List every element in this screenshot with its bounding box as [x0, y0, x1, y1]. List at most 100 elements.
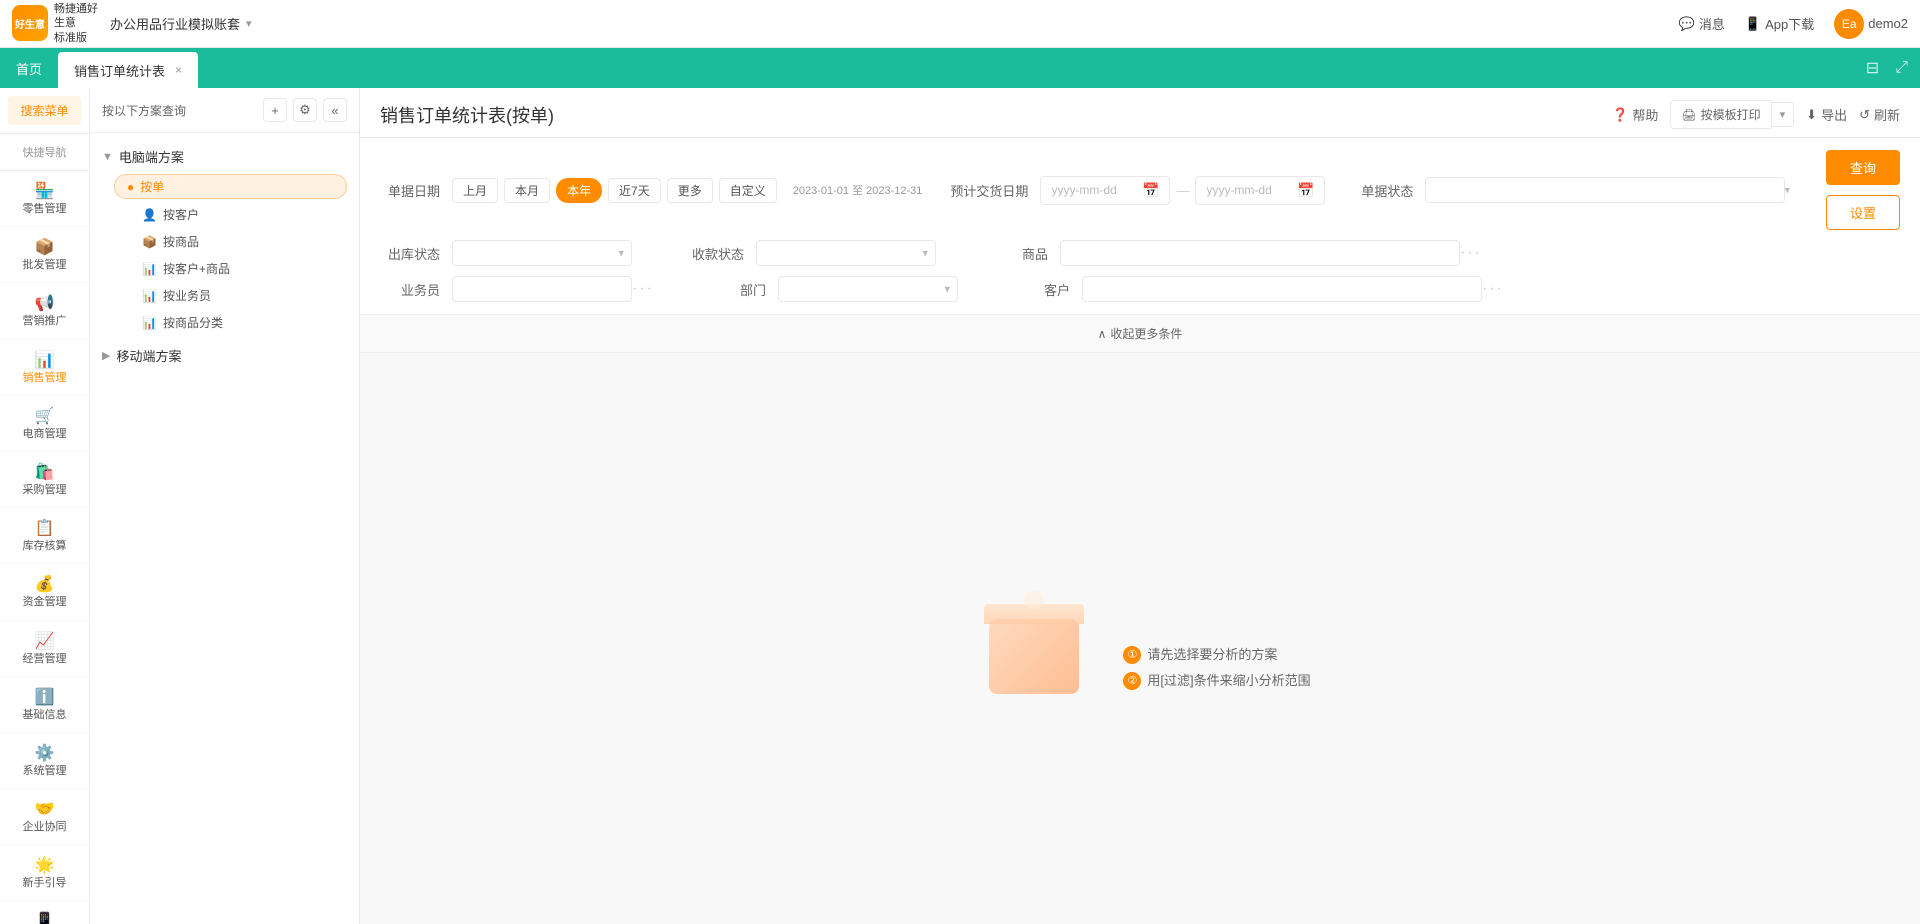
collapse-panel-btn[interactable]: « — [323, 98, 347, 122]
tab-fullscreen-btn[interactable]: ⤢ — [1891, 55, 1912, 81]
salesman-input[interactable] — [452, 276, 632, 302]
print-icon: 🖨 — [1681, 108, 1696, 122]
empty-hints: ① 请先选择要分析的方案 ② 用[过滤]条件来缩小分析范围 — [1123, 642, 1310, 694]
sidebar-item-purchase[interactable]: 🛍️ 采购管理 — [0, 452, 89, 508]
newbie-icon: 🌟 — [6, 855, 83, 875]
message-btn[interactable]: 💬 消息 — [1679, 14, 1725, 33]
sidebar-item-marketing[interactable]: 📢 营销推广 — [0, 283, 89, 339]
avatar-text: Ea — [1842, 17, 1857, 31]
sidebar-item-ecommerce[interactable]: 🛒 电商管理 — [0, 396, 89, 452]
payment-status-select-wrapper — [756, 240, 936, 266]
sidebar-item-operations[interactable]: 📈 经营管理 — [0, 621, 89, 677]
customer-dots-btn[interactable]: ··· — [1482, 280, 1504, 298]
tab-minimize-btn[interactable]: ⊟ — [1862, 54, 1883, 82]
quick-nav-area: 快捷导航 — [0, 134, 89, 171]
salesman-input-area: ··· — [452, 276, 654, 302]
date-btn-last-month[interactable]: 上月 — [452, 178, 498, 203]
salesman-label: 业务员 — [380, 280, 440, 299]
sidebar-item-purchase-label: 采购管理 — [6, 484, 83, 497]
dept-select[interactable] — [778, 276, 958, 302]
app-title-arrow-icon[interactable]: ▾ — [246, 17, 252, 30]
date-quick-buttons: 上月 本月 本年 近7天 更多 自定义 — [452, 178, 777, 203]
sidebar-item-basic[interactable]: ℹ️ 基础信息 — [0, 677, 89, 733]
by-product-icon: 📦 — [142, 235, 157, 249]
hint-text-1: 请先选择要分析的方案 — [1147, 642, 1277, 668]
box-body — [989, 619, 1079, 694]
sidebar-item-appcenter[interactable]: 📱 应用中心 — [0, 901, 89, 924]
sidebar-item-enterprise[interactable]: 🤝 企业协同 — [0, 789, 89, 845]
tree-child-by-cust-prod[interactable]: 📊 按客户+商品 — [114, 255, 347, 282]
by-cust-prod-label: 按客户+商品 — [163, 260, 230, 277]
collapse-icon: ∧ — [1098, 327, 1107, 341]
logo-text-line2: 标准版 — [54, 31, 102, 45]
enterprise-icon: 🤝 — [6, 799, 83, 819]
refresh-btn[interactable]: ↺ 刷新 — [1859, 105, 1900, 124]
by-product-label: 按商品 — [163, 233, 199, 250]
template-print-arrow[interactable]: ▾ — [1771, 102, 1795, 127]
tree-parent-pc[interactable]: ▼ 电脑端方案 — [102, 141, 347, 172]
date-btn-this-month[interactable]: 本月 — [504, 178, 550, 203]
scheme-settings-btn[interactable]: ⚙ — [293, 98, 317, 122]
product-dots-btn[interactable]: ··· — [1460, 244, 1482, 262]
user-name: demo2 — [1868, 16, 1908, 31]
app-download-btn[interactable]: 📱 App下载 — [1745, 14, 1814, 33]
payment-status-select[interactable] — [756, 240, 936, 266]
expected-delivery-start-placeholder: yyyy-mm-dd — [1051, 183, 1116, 197]
query-btn[interactable]: 查询 — [1826, 150, 1900, 185]
doc-status-select[interactable] — [1425, 177, 1785, 203]
by-salesman-label: 按业务员 — [163, 287, 211, 304]
tree-child-by-product[interactable]: 📦 按商品 — [114, 228, 347, 255]
date-btn-custom[interactable]: 自定义 — [719, 178, 777, 203]
hint-num-2: ② — [1123, 672, 1141, 690]
tab-home[interactable]: 首页 — [0, 48, 58, 88]
date-range-text: 2023-01-01 至 2023-12-31 — [793, 182, 923, 198]
ship-status-select[interactable] — [452, 240, 632, 266]
empty-illustration — [969, 584, 1099, 694]
product-input[interactable] — [1060, 240, 1460, 266]
tree-child-by-category[interactable]: 📊 按商品分类 — [114, 309, 347, 336]
date-btn-more[interactable]: 更多 — [667, 178, 713, 203]
avatar: Ea — [1834, 9, 1864, 39]
tree-child-by-customer[interactable]: 👤 按客户 — [114, 201, 347, 228]
sidebar-item-newbie[interactable]: 🌟 新手引导 — [0, 845, 89, 901]
logo-area: 好生意 畅捷通好生意 标准版 — [12, 2, 102, 45]
tab-close-icon[interactable]: × — [175, 63, 182, 77]
left-panel: 按以下方案查询 + ⚙ « ▼ 电脑端方案 ● — [90, 88, 360, 924]
customer-input[interactable] — [1082, 276, 1482, 302]
user-area[interactable]: Ea demo2 — [1834, 9, 1908, 39]
template-print-label: 按模板打印 — [1701, 106, 1761, 123]
tab-sales-summary[interactable]: 销售订单统计表 × — [58, 52, 198, 88]
page-header: 销售订单统计表(按单) ❓ 帮助 🖨 按模板打印 ▾ — [360, 88, 1920, 138]
help-btn[interactable]: ❓ 帮助 — [1612, 105, 1658, 124]
search-menu-btn[interactable]: 搜索菜单 — [8, 96, 81, 125]
template-print-btn[interactable]: 🖨 按模板打印 — [1670, 100, 1770, 129]
sidebar-item-finance[interactable]: 💰 资金管理 — [0, 564, 89, 620]
date-separator: — — [1176, 183, 1189, 198]
tree-parent-mobile[interactable]: ▶ 移动端方案 — [102, 340, 347, 371]
top-right-area: 💬 消息 📱 App下载 Ea demo2 — [1679, 9, 1908, 39]
date-label: 单据日期 — [380, 181, 440, 200]
filter-row-2: 出库状态 收款状态 商品 — [380, 240, 1900, 266]
sidebar-item-sales[interactable]: 📊 销售管理 — [0, 340, 89, 396]
tree-child-by-salesman[interactable]: 📊 按业务员 — [114, 282, 347, 309]
help-label: 帮助 — [1632, 105, 1658, 124]
tree-child-by-order[interactable]: ● 按单 — [114, 174, 347, 199]
setting-btn[interactable]: 设置 — [1826, 195, 1900, 230]
sidebar-item-enterprise-label: 企业协同 — [6, 821, 83, 834]
salesman-dots-btn[interactable]: ··· — [632, 280, 654, 298]
date-btn-this-year[interactable]: 本年 — [556, 178, 602, 203]
expected-delivery-start[interactable]: yyyy-mm-dd 📅 — [1040, 176, 1170, 205]
sidebar-item-wholesale[interactable]: 📦 批发管理 — [0, 227, 89, 283]
sidebar-item-retail[interactable]: 🏪 零售管理 — [0, 171, 89, 227]
sidebar-item-system[interactable]: ⚙️ 系统管理 — [0, 733, 89, 789]
calendar-icon-2: 📅 — [1297, 182, 1314, 199]
date-btn-7days[interactable]: 近7天 — [608, 178, 661, 203]
sidebar-item-ecommerce-label: 电商管理 — [6, 428, 83, 441]
tree-children-pc: ● 按单 👤 按客户 📦 按商品 📊 按客 — [102, 174, 347, 336]
main-content-empty: ① 请先选择要分析的方案 ② 用[过滤]条件来缩小分析范围 — [360, 353, 1920, 924]
export-btn[interactable]: ⬇ 导出 — [1806, 105, 1847, 124]
sidebar-item-inventory[interactable]: 📋 库存核算 — [0, 508, 89, 564]
collapse-bar[interactable]: ∧ 收起更多条件 — [360, 315, 1920, 353]
add-scheme-btn[interactable]: + — [263, 98, 287, 122]
expected-delivery-end[interactable]: yyyy-mm-dd 📅 — [1195, 176, 1325, 205]
